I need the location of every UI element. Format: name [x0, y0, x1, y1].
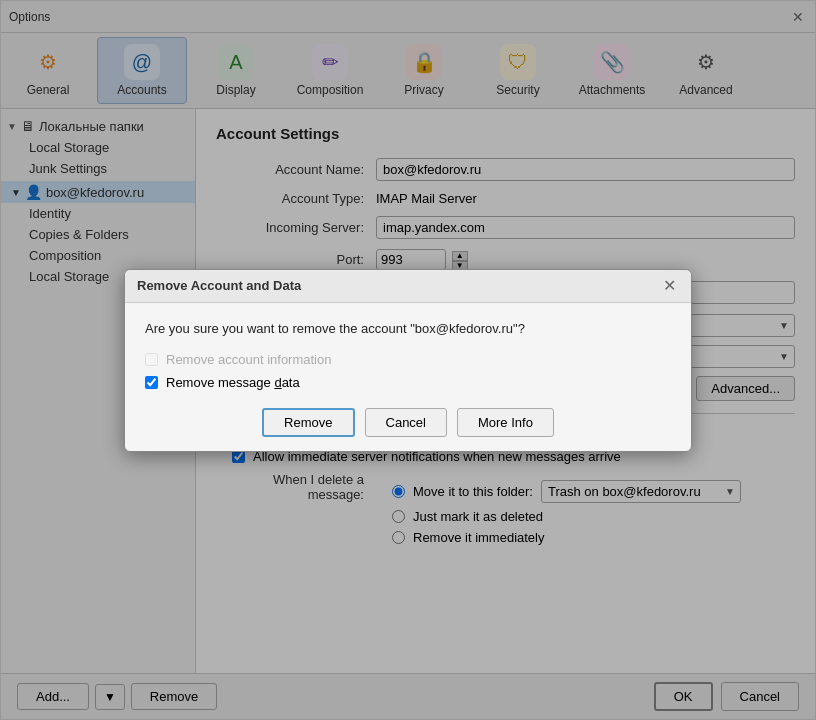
dialog-cancel-button[interactable]: Cancel [365, 408, 447, 437]
overlay: Remove Account and Data ✕ Are you sure y… [1, 1, 815, 719]
dialog-more-info-button[interactable]: More Info [457, 408, 554, 437]
remove-account-dialog: Remove Account and Data ✕ Are you sure y… [124, 269, 692, 452]
remove-message-data-checkbox[interactable] [145, 376, 158, 389]
dialog-message: Are you sure you want to remove the acco… [145, 321, 671, 336]
remove-message-data-label: Remove message data [166, 375, 300, 390]
dialog-close-button[interactable]: ✕ [659, 276, 679, 296]
dialog-remove-button[interactable]: Remove [262, 408, 354, 437]
remove-account-info-checkbox[interactable] [145, 353, 158, 366]
dialog-title: Remove Account and Data [137, 278, 301, 293]
remove-account-info-row: Remove account information [145, 352, 671, 367]
remove-account-info-label: Remove account information [166, 352, 331, 367]
dialog-buttons: Remove Cancel More Info [145, 408, 671, 437]
remove-message-data-row: Remove message data [145, 375, 671, 390]
dialog-body: Are you sure you want to remove the acco… [125, 303, 691, 451]
dialog-titlebar: Remove Account and Data ✕ [125, 270, 691, 303]
main-window: Options ✕ ⚙ General @ Accounts A Display… [0, 0, 816, 720]
